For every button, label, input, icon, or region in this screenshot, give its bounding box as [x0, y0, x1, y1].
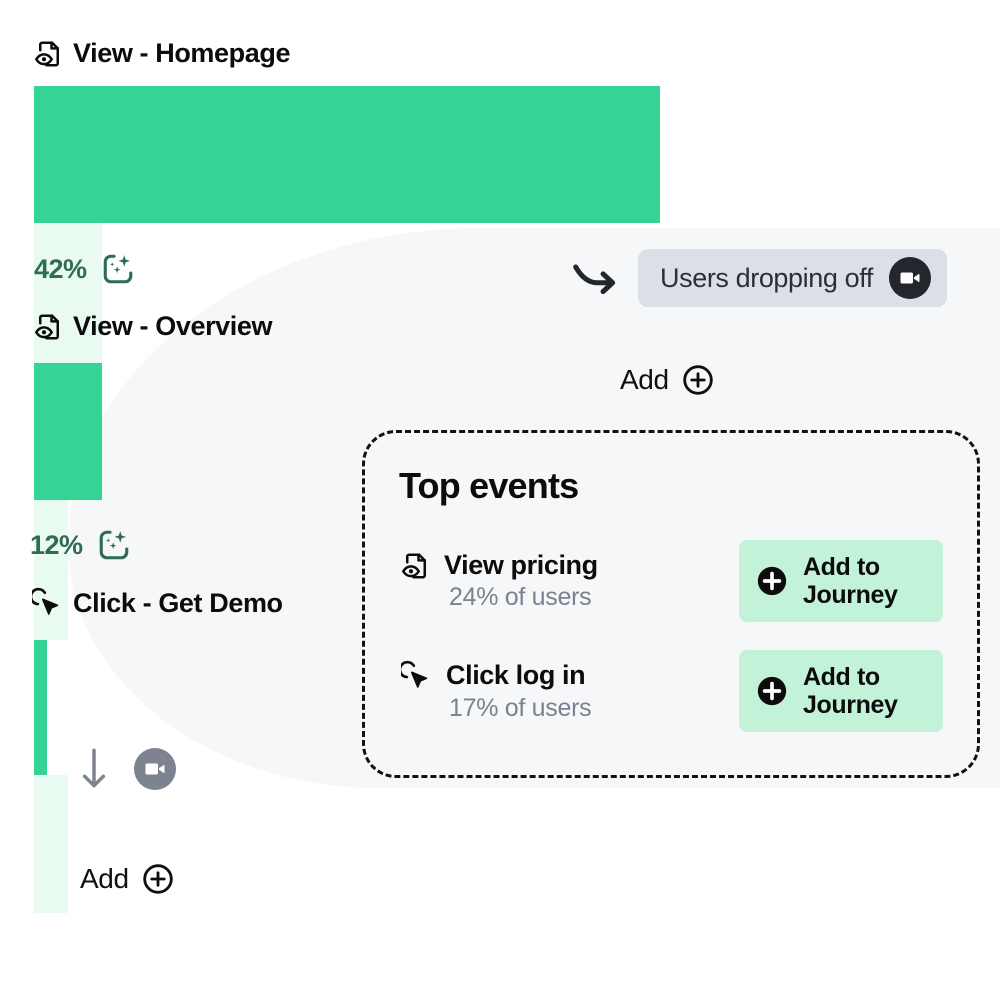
dropoff-indicator-bottom: [78, 745, 176, 793]
funnel-bar-step-2[interactable]: [34, 363, 102, 500]
funnel-column: View - Homepage 42% View - Overview 12% …: [0, 0, 660, 1000]
funnel-conversion-1: 42%: [34, 252, 135, 286]
event-name: View pricing: [444, 550, 598, 580]
add-step-button-middle[interactable]: Add: [620, 363, 715, 397]
plus-circle-icon: [141, 862, 175, 896]
add-to-journey-label: Add to Journey: [803, 553, 898, 609]
view-page-icon: [401, 551, 431, 581]
video-camera-icon[interactable]: [134, 748, 176, 790]
funnel-step-3-name: Click - Get Demo: [73, 587, 283, 618]
event-name-row: Click log in: [401, 660, 591, 692]
funnel-step-1-label[interactable]: View - Homepage: [34, 38, 290, 69]
users-dropping-off-group: Users dropping off: [570, 249, 947, 307]
funnel-builder-canvas: View - Homepage 42% View - Overview 12% …: [0, 0, 1000, 1000]
funnel-step-2-name: View - Overview: [73, 311, 273, 341]
arrow-elbow-right-icon: [570, 256, 622, 300]
plus-filled-icon: [755, 564, 789, 598]
top-events-card: Top events View pricing 24% of users Add…: [362, 430, 980, 778]
add-to-journey-label: Add to Journey: [803, 663, 898, 719]
event-name-row: View pricing: [401, 550, 598, 581]
video-camera-icon[interactable]: [888, 257, 931, 299]
funnel-step-2-label[interactable]: View - Overview: [34, 311, 273, 342]
event-info: Click log in 17% of users: [399, 660, 592, 723]
funnel-step-3-label[interactable]: Click - Get Demo: [32, 587, 283, 619]
funnel-conversion-2: 12%: [30, 528, 131, 562]
view-page-icon: [34, 39, 64, 69]
funnel-bar-step-1[interactable]: [34, 86, 660, 223]
users-dropping-off-chip[interactable]: Users dropping off: [638, 249, 947, 307]
plus-circle-icon: [681, 363, 715, 397]
event-stat: 17% of users: [449, 693, 592, 722]
event-name: Click log in: [446, 660, 586, 690]
funnel-bar-step-3[interactable]: [34, 640, 47, 775]
conversion-value-2: 12%: [30, 529, 83, 560]
add-label: Add: [620, 364, 669, 395]
chip-label: Users dropping off: [660, 262, 873, 293]
conversion-value-1: 42%: [34, 253, 87, 284]
add-to-journey-button[interactable]: Add to Journey: [739, 540, 943, 622]
ai-sparkle-icon[interactable]: [101, 252, 135, 286]
top-event-row: Click log in 17% of users Add to Journey: [399, 643, 943, 739]
ai-sparkle-icon[interactable]: [97, 528, 131, 562]
click-cursor-icon: [32, 587, 64, 619]
event-info: View pricing 24% of users: [399, 550, 598, 612]
add-label: Add: [80, 863, 129, 894]
top-events-title: Top events: [399, 465, 579, 506]
view-page-icon: [34, 312, 64, 342]
add-step-button-bottom[interactable]: Add: [80, 862, 175, 896]
plus-filled-icon: [755, 674, 789, 708]
arrow-down-icon: [78, 745, 110, 793]
add-to-journey-button[interactable]: Add to Journey: [739, 650, 943, 732]
top-event-row: View pricing 24% of users Add to Journey: [399, 533, 943, 629]
event-stat: 24% of users: [449, 583, 592, 611]
click-cursor-icon: [401, 660, 433, 692]
funnel-track-3: [34, 775, 68, 913]
funnel-track-1: [34, 223, 102, 363]
funnel-track-2: [34, 500, 68, 640]
funnel-step-1-name: View - Homepage: [73, 38, 291, 68]
